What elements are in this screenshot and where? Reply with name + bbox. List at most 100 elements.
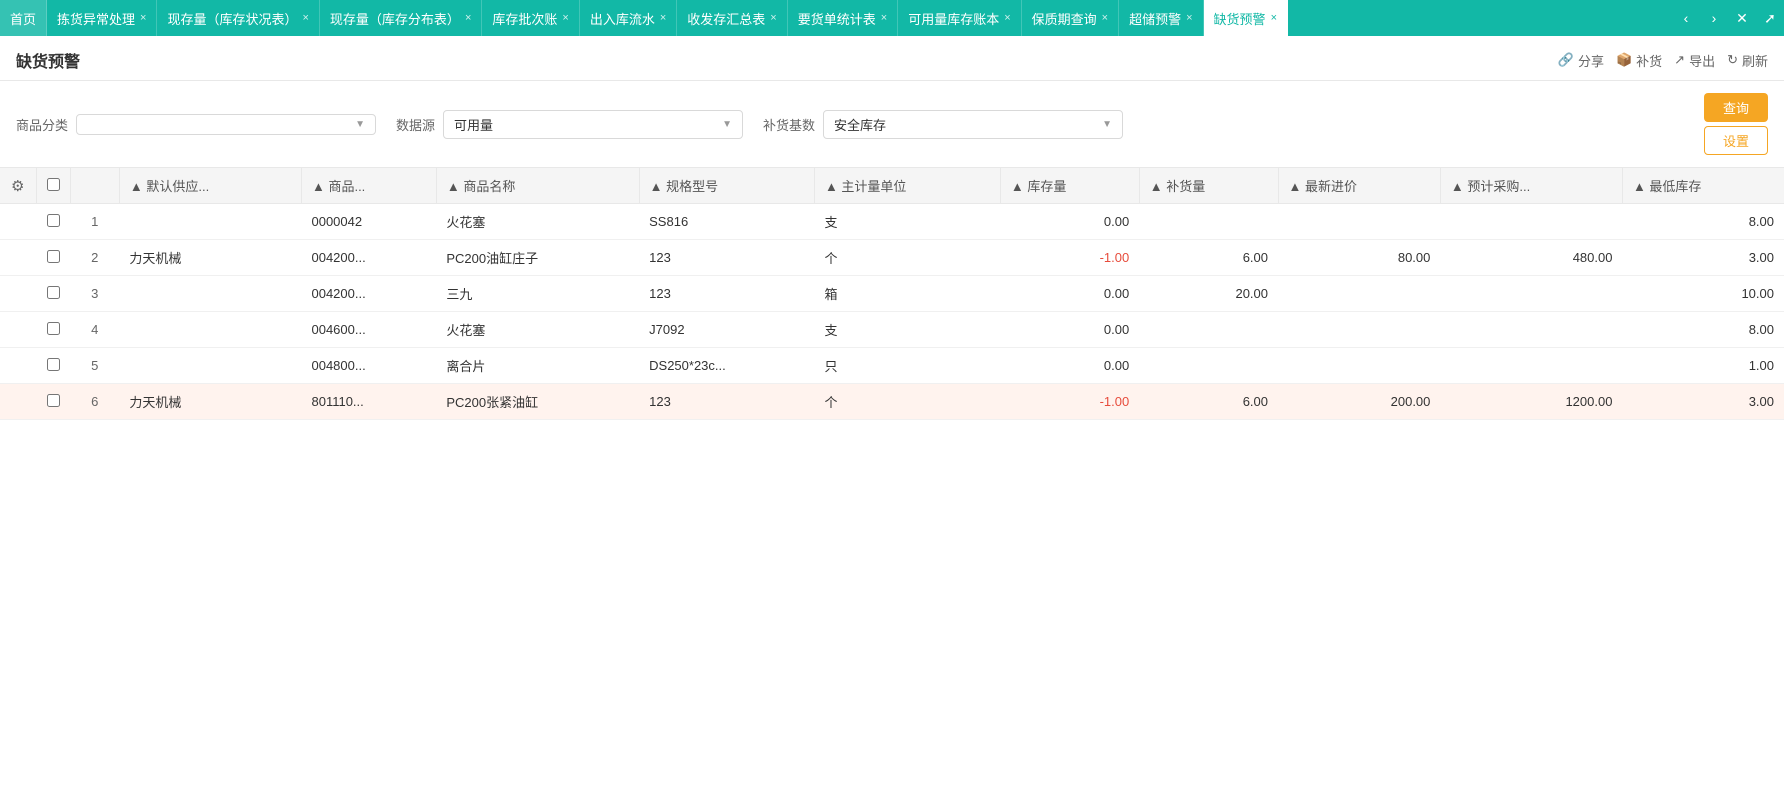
row-product-name: 离合片 <box>436 348 639 384</box>
nav-tab-inout[interactable]: 出入库流水 × <box>580 0 677 36</box>
select-all-checkbox[interactable] <box>47 178 60 191</box>
nav-tab-picking-close[interactable]: × <box>140 12 146 24</box>
nav-tab-inout-close[interactable]: × <box>660 12 666 24</box>
row-replenish-qty <box>1139 348 1278 384</box>
col-header-product-code[interactable]: ▲ 商品... <box>301 168 436 204</box>
table-header-row: ⚙ ▲ 默认供应... ▲ 商品... <box>0 168 1784 204</box>
col-header-spec[interactable]: ▲ 规格型号 <box>639 168 814 204</box>
nav-tab-stock1-label: 现存量（库存状况表） <box>167 9 297 28</box>
nav-tab-expiry-close[interactable]: × <box>1102 12 1108 24</box>
table-body: 1 0000042 火花塞 SS816 支 0.00 8.00 2 力天机械 0… <box>0 204 1784 420</box>
row-gear-cell <box>0 384 36 420</box>
replenish-button[interactable]: 📦 补货 <box>1616 51 1662 70</box>
nav-tab-stock1-close[interactable]: × <box>302 12 308 24</box>
nav-tab-summary-close[interactable]: × <box>770 12 776 24</box>
row-min-stock: 8.00 <box>1622 204 1784 240</box>
row-supplier: 力天机械 <box>119 240 301 276</box>
row-checkbox-cell <box>36 204 70 240</box>
row-unit: 支 <box>814 312 1000 348</box>
nav-tab-overstock-close[interactable]: × <box>1186 12 1192 24</box>
table-row: 2 力天机械 004200... PC200油缸庄子 123 个 -1.00 6… <box>0 240 1784 276</box>
row-supplier <box>119 348 301 384</box>
filter-replenish-value: 安全库存 <box>834 115 886 134</box>
row-stock-qty: 0.00 <box>1000 276 1139 312</box>
row-estimated-purchase: 480.00 <box>1440 240 1622 276</box>
filter-replenish-label: 补货基数 <box>763 115 815 134</box>
export-icon: ↗ <box>1674 52 1685 68</box>
nav-tab-summary[interactable]: 收发存汇总表 × <box>677 0 787 36</box>
nav-tab-picking-label: 拣货异常处理 <box>57 9 135 28</box>
nav-tab-shortage[interactable]: 缺货预警 × <box>1204 0 1288 36</box>
nav-tab-inout-label: 出入库流水 <box>590 9 655 28</box>
filter-category-select[interactable]: ▼ <box>76 114 376 135</box>
row-gear-cell <box>0 204 36 240</box>
refresh-label: 刷新 <box>1742 51 1768 70</box>
row-spec: 123 <box>639 240 814 276</box>
col-header-min-stock[interactable]: ▲ 最低库存 <box>1622 168 1784 204</box>
row-product-code: 801110... <box>301 384 436 420</box>
row-checkbox-2[interactable] <box>47 286 60 299</box>
col-header-product-name[interactable]: ▲ 商品名称 <box>436 168 639 204</box>
col-header-stock-qty[interactable]: ▲ 库存量 <box>1000 168 1139 204</box>
row-checkbox-5[interactable] <box>47 394 60 407</box>
nav-maximize[interactable]: ➚ <box>1756 0 1784 36</box>
row-latest-price <box>1278 204 1440 240</box>
header-actions: 🔗 分享 📦 补货 ↗ 导出 ↻ 刷新 <box>1558 51 1768 70</box>
export-button[interactable]: ↗ 导出 <box>1674 51 1715 70</box>
nav-tab-expiry[interactable]: 保质期查询 × <box>1022 0 1119 36</box>
nav-tab-shortage-close[interactable]: × <box>1271 12 1277 24</box>
nav-scroll-left[interactable]: ‹ <box>1672 0 1700 36</box>
row-replenish-qty <box>1139 312 1278 348</box>
export-label: 导出 <box>1689 51 1715 70</box>
nav-tab-overstock[interactable]: 超储预警 × <box>1119 0 1203 36</box>
filter-datasource-select[interactable]: 可用量 ▼ <box>443 110 743 139</box>
col-header-unit[interactable]: ▲ 主计量单位 <box>814 168 1000 204</box>
row-checkbox-3[interactable] <box>47 322 60 335</box>
nav-tab-requisition[interactable]: 要货单统计表 × <box>788 0 898 36</box>
row-product-code: 0000042 <box>301 204 436 240</box>
row-seq: 4 <box>70 312 119 348</box>
nav-tab-available[interactable]: 可用量库存账本 × <box>898 0 1021 36</box>
row-checkbox-1[interactable] <box>47 250 60 263</box>
row-checkbox-4[interactable] <box>47 358 60 371</box>
row-replenish-qty: 6.00 <box>1139 240 1278 276</box>
nav-tab-batch[interactable]: 库存批次账 × <box>482 0 579 36</box>
refresh-button[interactable]: ↻ 刷新 <box>1727 51 1768 70</box>
row-checkbox-0[interactable] <box>47 214 60 227</box>
refresh-icon: ↻ <box>1727 52 1738 68</box>
row-product-name: PC200张紧油缸 <box>436 384 639 420</box>
nav-tab-stock1[interactable]: 现存量（库存状况表） × <box>157 0 319 36</box>
nav-tab-requisition-close[interactable]: × <box>881 12 887 24</box>
filter-replenish-select[interactable]: 安全库存 ▼ <box>823 110 1123 139</box>
row-latest-price: 80.00 <box>1278 240 1440 276</box>
nav-scroll-right[interactable]: › <box>1700 0 1728 36</box>
row-supplier <box>119 312 301 348</box>
row-replenish-qty <box>1139 204 1278 240</box>
row-product-name: 火花塞 <box>436 204 639 240</box>
table-gear-icon[interactable]: ⚙ <box>11 178 24 195</box>
nav-tab-picking[interactable]: 拣货异常处理 × <box>47 0 157 36</box>
filter-datasource-value: 可用量 <box>454 115 493 134</box>
row-supplier <box>119 276 301 312</box>
replenish-icon: 📦 <box>1616 52 1632 68</box>
row-unit: 支 <box>814 204 1000 240</box>
share-button[interactable]: 🔗 分享 <box>1558 51 1604 70</box>
query-button[interactable]: 查询 <box>1704 93 1768 122</box>
row-gear-cell <box>0 312 36 348</box>
row-estimated-purchase <box>1440 276 1622 312</box>
settings-button[interactable]: 设置 <box>1704 126 1768 155</box>
nav-tab-stock2[interactable]: 现存量（库存分布表） × <box>320 0 482 36</box>
col-header-supplier[interactable]: ▲ 默认供应... <box>119 168 301 204</box>
col-header-estimated[interactable]: ▲ 预计采购... <box>1440 168 1622 204</box>
filter-datasource-label: 数据源 <box>396 115 435 134</box>
nav-tab-stock2-close[interactable]: × <box>465 12 471 24</box>
nav-tab-available-close[interactable]: × <box>1004 12 1010 24</box>
nav-tab-batch-close[interactable]: × <box>562 12 568 24</box>
col-header-replenish-qty[interactable]: ▲ 补货量 <box>1139 168 1278 204</box>
data-table-container: ⚙ ▲ 默认供应... ▲ 商品... <box>0 167 1784 420</box>
col-header-latest-price[interactable]: ▲ 最新进价 <box>1278 168 1440 204</box>
row-product-name: 三九 <box>436 276 639 312</box>
nav-close-current[interactable]: ✕ <box>1728 0 1756 36</box>
nav-tab-home[interactable]: 首页 <box>0 0 47 36</box>
row-checkbox-cell <box>36 312 70 348</box>
